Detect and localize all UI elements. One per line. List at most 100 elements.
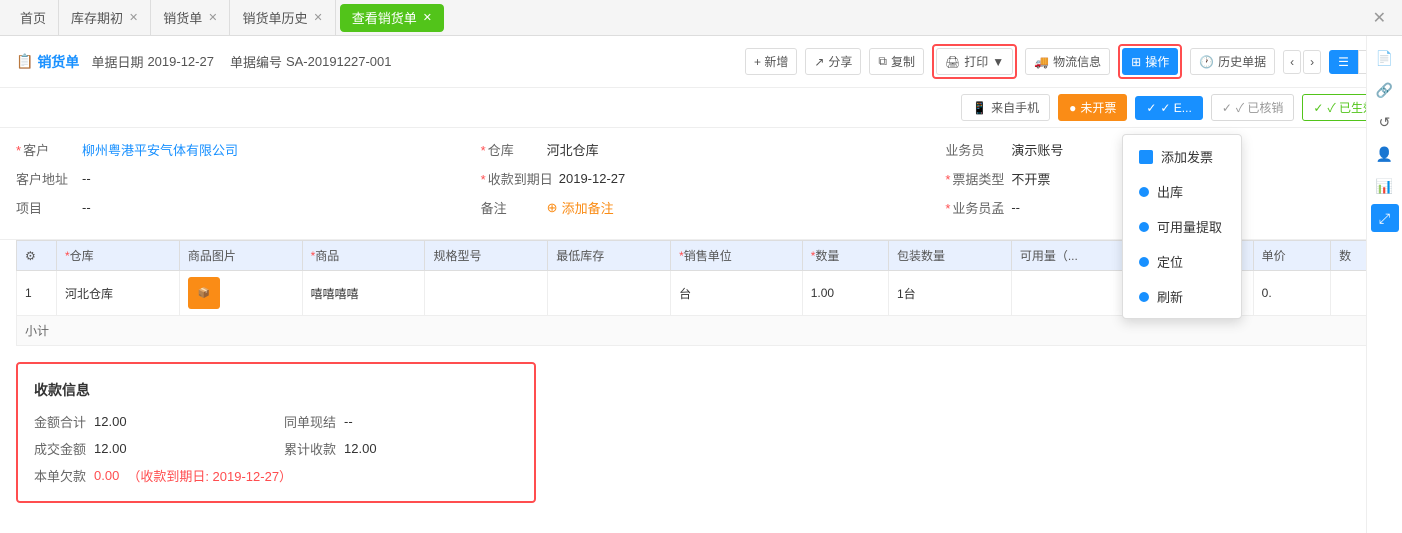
doc-number-field: 单据编号 SA-20191227-001 bbox=[230, 52, 392, 71]
current-due-value: 0.00 bbox=[94, 468, 119, 483]
row-no: 1 bbox=[17, 271, 57, 316]
sidebar-link-icon-btn[interactable]: 🔗 bbox=[1371, 76, 1399, 104]
history-button[interactable]: 🕐 历史单据 bbox=[1190, 48, 1275, 75]
confirm-icon: ✓ bbox=[1146, 101, 1156, 115]
col-pack-qty: 包装数量 bbox=[889, 241, 1012, 271]
payment-grid: 金额合计 12.00 同单现结 -- 成交金额 12.00 累计收款 12.00… bbox=[34, 412, 518, 485]
due-date-field: *收款到期日 2019-12-27 bbox=[481, 169, 922, 188]
total-amount-row: 金额合计 12.00 bbox=[34, 412, 268, 431]
row-unit: 台 bbox=[671, 271, 803, 316]
sidebar-doc-icon-btn[interactable]: 📄 bbox=[1371, 44, 1399, 72]
nav-arrows: ‹ › bbox=[1283, 50, 1321, 74]
tab-view-sales-close[interactable]: ✕ bbox=[423, 11, 432, 24]
tab-sales-order-close[interactable]: ✕ bbox=[208, 11, 217, 24]
outbound-icon bbox=[1139, 187, 1149, 197]
print-button[interactable]: 🖨 打印 ▼ bbox=[936, 48, 1013, 75]
main-area: 📋 销货单 单据日期 2019-12-27 单据编号 SA-20191227-0… bbox=[0, 36, 1402, 533]
doc-title-area: 📋 销货单 单据日期 2019-12-27 单据编号 SA-20191227-0… bbox=[16, 52, 745, 72]
copy-icon: ⧉ bbox=[878, 54, 887, 69]
col-settings[interactable]: ⚙ bbox=[17, 241, 57, 271]
operate-highlight-box: ⊞ 操作 bbox=[1118, 44, 1182, 79]
tab-home[interactable]: 首页 bbox=[8, 0, 59, 36]
print-dropdown-arrow: ▼ bbox=[992, 55, 1004, 69]
due-date-note: （收款到期日: 2019-12-27） bbox=[127, 466, 292, 485]
outbound-item[interactable]: 出库 bbox=[1123, 174, 1241, 209]
same-order-settle-value: -- bbox=[344, 414, 353, 429]
share-button[interactable]: ↗ 分享 bbox=[805, 48, 861, 75]
tab-sales-order[interactable]: 销货单 ✕ bbox=[151, 0, 230, 36]
col-product: *商品 bbox=[302, 241, 425, 271]
row-unit-price: 0. bbox=[1253, 271, 1330, 316]
col-unit-price: 单价 bbox=[1253, 241, 1330, 271]
cumulative-collection-value: 12.00 bbox=[344, 441, 377, 456]
tab-bar-close-btn[interactable]: ✕ bbox=[1365, 8, 1394, 28]
row-qty: 1.00 bbox=[802, 271, 888, 316]
current-due-row: 本单欠款 0.00 （收款到期日: 2019-12-27） bbox=[34, 466, 518, 485]
transaction-amount-label: 成交金额 bbox=[34, 439, 86, 458]
doc-header: 📋 销货单 单据日期 2019-12-27 单据编号 SA-20191227-0… bbox=[0, 36, 1402, 88]
cancelled-icon: ✓ bbox=[1222, 101, 1232, 115]
col-img: 商品图片 bbox=[179, 241, 302, 271]
tab-inventory-init[interactable]: 库存期初 ✕ bbox=[59, 0, 151, 36]
sidebar-expand-icon-btn[interactable]: ⤢ bbox=[1371, 204, 1399, 232]
project-value: -- bbox=[82, 200, 91, 215]
doc-number-label: 单据编号 bbox=[230, 52, 282, 71]
locate-item[interactable]: 定位 bbox=[1123, 244, 1241, 279]
cancelled-status: ✓ ✓ 已核销 bbox=[1211, 94, 1295, 121]
col-min-stock: 最低库存 bbox=[548, 241, 671, 271]
confirm-button[interactable]: ✓ ✓ E... bbox=[1135, 96, 1202, 120]
row-img: 📦 bbox=[179, 271, 302, 316]
print-icon: 🖨 bbox=[945, 55, 960, 69]
project-field: 项目 -- bbox=[16, 198, 457, 217]
tab-sales-history[interactable]: 销货单历史 ✕ bbox=[230, 0, 335, 36]
row-warehouse: 河北仓库 bbox=[57, 271, 180, 316]
refresh-item[interactable]: 刷新 bbox=[1123, 279, 1241, 314]
warehouse-value: 河北仓库 bbox=[547, 140, 599, 159]
row-min-stock bbox=[548, 271, 671, 316]
add-note-btn[interactable]: ⊕ 添加备注 bbox=[547, 198, 614, 217]
view-list-button[interactable]: ☰ bbox=[1329, 50, 1358, 74]
next-doc-button[interactable]: › bbox=[1303, 50, 1321, 74]
from-phone-button[interactable]: 📱 来自手机 bbox=[961, 94, 1050, 121]
note-field: 备注 ⊕ 添加备注 bbox=[481, 198, 922, 217]
add-invoice-icon bbox=[1139, 150, 1153, 164]
sidebar-person-icon-btn[interactable]: 👤 bbox=[1371, 140, 1399, 168]
transaction-amount-value: 12.00 bbox=[94, 441, 127, 456]
can-pick-icon bbox=[1139, 222, 1149, 232]
second-toolbar: 📱 来自手机 ● 未开票 ✓ ✓ E... ✓ ✓ 已核销 ✓ ✓ 已生效 bbox=[0, 88, 1402, 128]
add-note-icon: ⊕ bbox=[547, 200, 558, 216]
customer-value[interactable]: 柳州粤港平安气体有限公司 bbox=[82, 140, 238, 159]
row-product: 嘻嘻嘻嘻 bbox=[302, 271, 425, 316]
not-open-button[interactable]: ● 未开票 bbox=[1058, 94, 1127, 121]
cumulative-collection-label: 累计收款 bbox=[284, 439, 336, 458]
doc-date-label: 单据日期 bbox=[91, 52, 143, 71]
ticket-icon: ● bbox=[1069, 101, 1076, 115]
sidebar-refresh-icon-btn[interactable]: ↺ bbox=[1371, 108, 1399, 136]
cumulative-collection-row: 累计收款 12.00 bbox=[284, 439, 518, 458]
logistics-button[interactable]: 🚚 物流信息 bbox=[1025, 48, 1110, 75]
doc-date-field: 单据日期 2019-12-27 bbox=[91, 52, 214, 71]
current-due-label: 本单欠款 bbox=[34, 466, 86, 485]
tab-inventory-init-close[interactable]: ✕ bbox=[129, 11, 138, 24]
operate-icon: ⊞ bbox=[1131, 55, 1141, 69]
copy-button[interactable]: ⧉ 复制 bbox=[869, 48, 924, 75]
tab-sales-history-close[interactable]: ✕ bbox=[314, 11, 323, 24]
transaction-amount-row: 成交金额 12.00 bbox=[34, 439, 268, 458]
locate-icon bbox=[1139, 257, 1149, 267]
refresh-icon bbox=[1139, 292, 1149, 302]
tab-view-sales[interactable]: 查看销货单 ✕ bbox=[340, 4, 444, 32]
salesperson-value: 演示账号 bbox=[1011, 140, 1063, 159]
same-order-settle-label: 同单现结 bbox=[284, 412, 336, 431]
operate-button[interactable]: ⊞ 操作 bbox=[1122, 48, 1178, 75]
doc-type-label: 销货单 bbox=[37, 52, 79, 72]
sidebar-chart-icon-btn[interactable]: 📊 bbox=[1371, 172, 1399, 200]
payment-box: 收款信息 金额合计 12.00 同单现结 -- 成交金额 12.00 累计收款 … bbox=[16, 362, 536, 503]
can-pick-item[interactable]: 可用量提取 bbox=[1123, 209, 1241, 244]
add-invoice-item[interactable]: 添加发票 bbox=[1123, 139, 1241, 174]
doc-number-value: SA-20191227-001 bbox=[286, 54, 392, 69]
col-qty: *数量 bbox=[802, 241, 888, 271]
truck-icon: 🚚 bbox=[1034, 55, 1049, 69]
new-button[interactable]: + 新增 bbox=[745, 48, 797, 75]
prev-doc-button[interactable]: ‹ bbox=[1283, 50, 1301, 74]
share-icon: ↗ bbox=[814, 55, 824, 69]
